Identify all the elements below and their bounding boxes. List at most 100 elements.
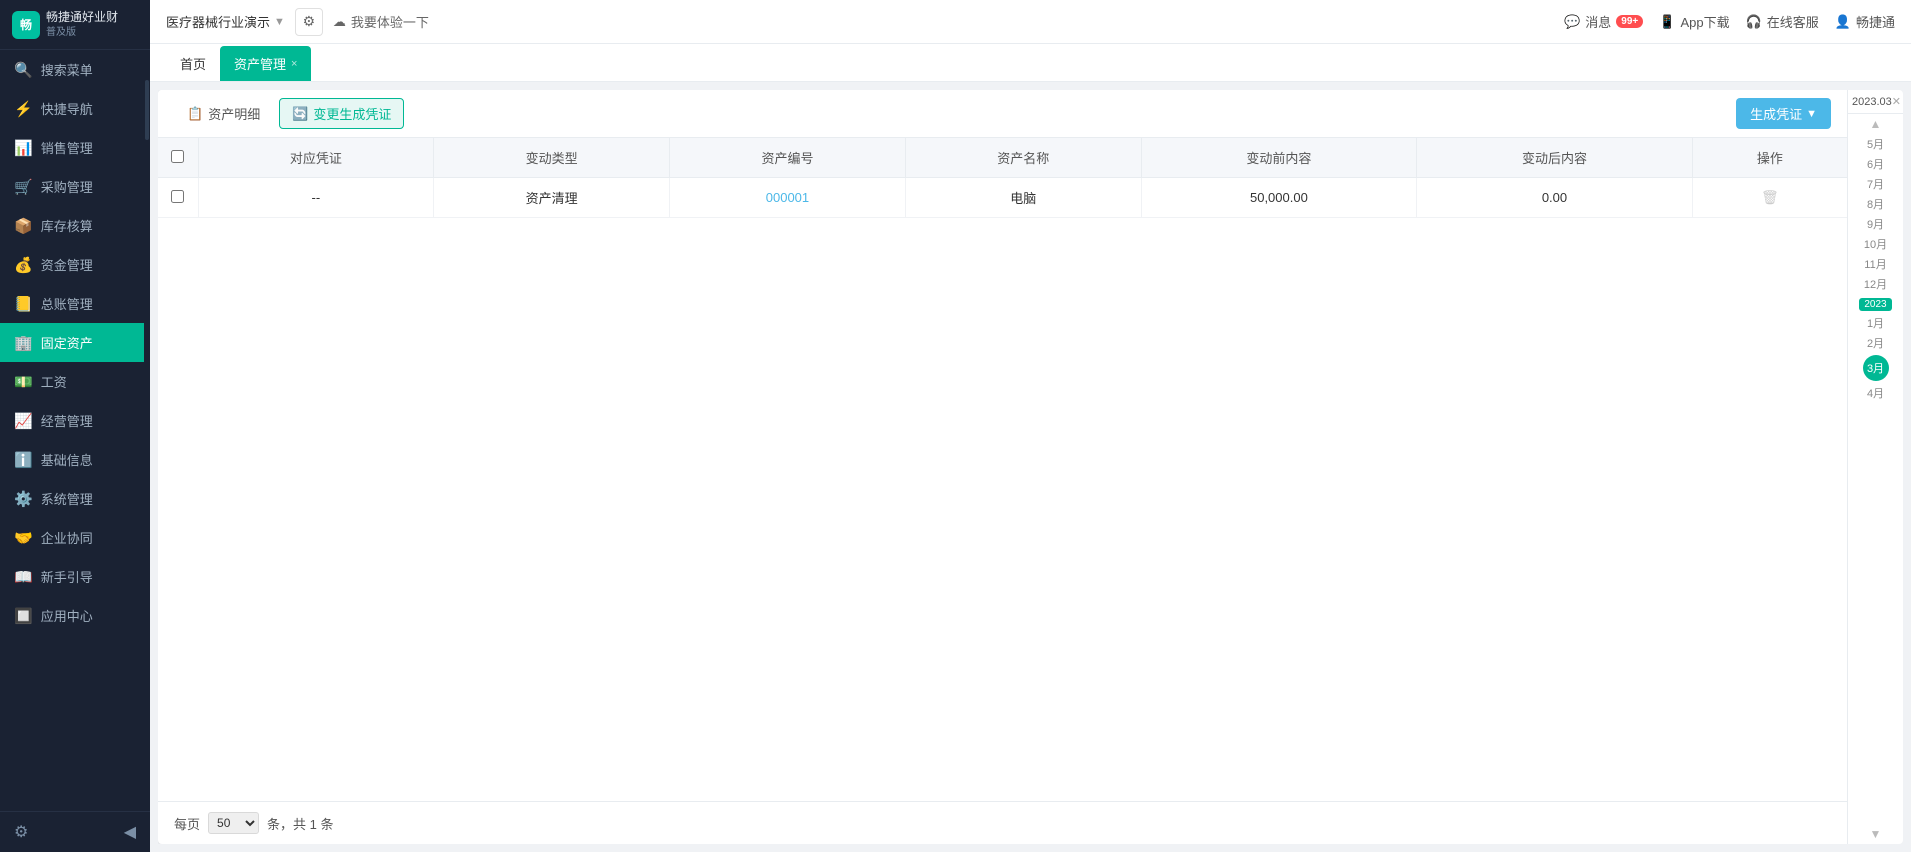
user-profile-btn[interactable]: 👤 畅捷通 xyxy=(1835,12,1895,31)
tab-close-icon[interactable]: × xyxy=(291,58,297,70)
generate-voucher-btn[interactable]: 生成凭证 ▼ xyxy=(1736,98,1831,129)
timeline-2023-month-4[interactable]: 4月 xyxy=(1867,383,1884,403)
topbar-settings-btn[interactable]: ⚙ xyxy=(295,8,323,36)
row-select-checkbox[interactable] xyxy=(171,190,184,203)
message-label: 消息 xyxy=(1585,12,1611,31)
close-panel-icon[interactable]: ✕ xyxy=(1892,95,1901,108)
sidebar-label: 采购管理 xyxy=(41,177,93,196)
header-before-content: 变动前内容 xyxy=(1141,138,1417,178)
table-header-row: 对应凭证 变动类型 资产编号 资产名称 xyxy=(158,138,1847,178)
header-checkbox-col xyxy=(158,138,198,178)
topbar-left: 医疗器械行业演示 ▼ ⚙ ☁ 我要体验一下 xyxy=(166,8,429,36)
generate-dropdown-arrow: ▼ xyxy=(1806,108,1817,120)
topbar-right: 💬 消息 99+ 📱 App下载 🎧 在线客服 👤 畅捷通 xyxy=(1564,12,1895,31)
generate-btn-label: 生成凭证 xyxy=(1750,104,1802,123)
select-all-checkbox[interactable] xyxy=(171,150,184,163)
sidebar-label: 快捷导航 xyxy=(41,99,93,118)
sidebar-item-salary[interactable]: 💵 工资 xyxy=(0,362,150,401)
delete-icon[interactable]: 🗑 xyxy=(1761,189,1779,205)
tab-home[interactable]: 首页 xyxy=(166,46,220,81)
sidebar-item-management[interactable]: 📈 经营管理 xyxy=(0,401,150,440)
experience-label: 我要体验一下 xyxy=(351,12,429,31)
asset-detail-icon: 📋 xyxy=(187,106,203,122)
tab-asset-management[interactable]: 资产管理 × xyxy=(220,46,311,81)
header-change-type: 变动类型 xyxy=(434,138,670,178)
sales-icon: 📊 xyxy=(14,139,33,157)
timeline-scroll-down[interactable]: ▼ xyxy=(1870,824,1882,844)
subtab-change-voucher-label: 变更生成凭证 xyxy=(313,104,391,123)
sidebar-item-quick-nav[interactable]: ⚡ 快捷导航 xyxy=(0,89,150,128)
sidebar-item-sales[interactable]: 📊 销售管理 xyxy=(0,128,150,167)
logo-icon: 畅 xyxy=(12,11,40,39)
pagination: 每页 50 10 20 100 条，共 1 条 xyxy=(158,801,1847,844)
timeline-month-12[interactable]: 12月 xyxy=(1864,274,1887,294)
sidebar-label: 应用中心 xyxy=(41,606,93,625)
timeline-month-11[interactable]: 11月 xyxy=(1864,254,1886,274)
company-name: 医疗器械行业演示 xyxy=(166,12,270,31)
center-area: 医疗器械行业演示 ▼ ⚙ ☁ 我要体验一下 💬 消息 99+ 📱 xyxy=(150,0,1911,852)
year-tag-2023: 2023 xyxy=(1859,298,1891,311)
row-asset-no: 000001 xyxy=(670,178,906,218)
timeline-month-6[interactable]: 6月 xyxy=(1867,154,1884,174)
sidebar-item-basic-info[interactable]: ℹ️ 基础信息 xyxy=(0,440,150,479)
timeline-2023-month-3-current[interactable]: 3月 xyxy=(1863,355,1889,381)
sidebar-item-guide[interactable]: 📖 新手引导 xyxy=(0,557,150,596)
settings-icon[interactable]: ⚙ xyxy=(14,822,28,842)
timeline-month-9[interactable]: 9月 xyxy=(1867,214,1884,234)
subtab-change-voucher[interactable]: 🔄 变更生成凭证 xyxy=(279,98,404,129)
timeline-month-5[interactable]: 5月 xyxy=(1867,134,1884,154)
timeline-month-7[interactable]: 7月 xyxy=(1867,174,1884,194)
system-icon: ⚙️ xyxy=(14,490,33,508)
timeline-2023-month-1[interactable]: 1月 xyxy=(1867,313,1884,333)
quick-nav-icon: ⚡ xyxy=(14,100,33,118)
company-selector[interactable]: 医疗器械行业演示 ▼ xyxy=(166,12,285,31)
ledger-icon: 📒 xyxy=(14,295,33,313)
search-icon: 🔍 xyxy=(14,61,33,79)
change-voucher-icon: 🔄 xyxy=(292,106,308,122)
row-voucher: -- xyxy=(198,178,434,218)
row-action: 🗑 xyxy=(1692,178,1847,218)
sidebar-item-purchase[interactable]: 🛒 采购管理 xyxy=(0,167,150,206)
sidebar-label: 新手引导 xyxy=(41,567,93,586)
timeline-month-10[interactable]: 10月 xyxy=(1864,234,1887,254)
sidebar-item-search[interactable]: 🔍 搜索菜单 xyxy=(0,50,150,89)
timeline-scroll-area: 5月 6月 7月 8月 9月 10月 11月 12月 2023 1月 2月 3月… xyxy=(1848,134,1903,824)
sidebar-label: 经营管理 xyxy=(41,411,93,430)
service-icon: 🎧 xyxy=(1746,14,1762,30)
customer-service-btn[interactable]: 🎧 在线客服 xyxy=(1746,12,1819,31)
experience-btn[interactable]: ☁ 我要体验一下 xyxy=(333,12,429,31)
sidebar-label: 基础信息 xyxy=(41,450,93,469)
timeline-2023-month-2[interactable]: 2月 xyxy=(1867,333,1884,353)
subtab-asset-detail[interactable]: 📋 资产明细 xyxy=(174,98,273,129)
row-asset-name: 电脑 xyxy=(905,178,1141,218)
cloud-icon: ☁ xyxy=(333,14,346,30)
row-checkbox xyxy=(158,178,198,218)
sidebar-item-fixed-assets[interactable]: 🏢 固定资产 xyxy=(0,323,150,362)
company-dropdown-arrow: ▼ xyxy=(274,16,285,28)
table-row: -- 资产清理 000001 电脑 xyxy=(158,178,1847,218)
tabbar: 首页 资产管理 × xyxy=(150,44,1911,82)
inventory-icon: 📦 xyxy=(14,217,33,235)
sidebar-item-funds[interactable]: 💰 资金管理 xyxy=(0,245,150,284)
sidebar-label: 系统管理 xyxy=(41,489,93,508)
sidebar-label: 工资 xyxy=(41,372,67,391)
sidebar-label: 库存核算 xyxy=(41,216,93,235)
basic-info-icon: ℹ️ xyxy=(14,451,33,469)
sidebar-item-inventory[interactable]: 📦 库存核算 xyxy=(0,206,150,245)
timeline-month-8[interactable]: 8月 xyxy=(1867,194,1884,214)
sidebar-label: 资金管理 xyxy=(41,255,93,274)
per-page-select[interactable]: 50 10 20 100 xyxy=(208,812,259,834)
collapse-icon[interactable]: ◀ xyxy=(124,822,136,842)
sidebar-item-app-center[interactable]: 🔲 应用中心 xyxy=(0,596,150,635)
row-change-type: 资产清理 xyxy=(434,178,670,218)
sidebar-label: 销售管理 xyxy=(41,138,93,157)
sidebar-item-cooperation[interactable]: 🤝 企业协同 xyxy=(0,518,150,557)
sidebar-item-system[interactable]: ⚙️ 系统管理 xyxy=(0,479,150,518)
message-btn[interactable]: 💬 消息 99+ xyxy=(1564,12,1643,31)
app-download-btn[interactable]: 📱 App下载 xyxy=(1659,12,1729,31)
sidebar-item-ledger[interactable]: 📒 总账管理 xyxy=(0,284,150,323)
purchase-icon: 🛒 xyxy=(14,178,33,196)
app-name: 畅捷通好业财 xyxy=(46,10,118,26)
timeline-scroll-up[interactable]: ▲ xyxy=(1870,114,1882,134)
sidebar-menu: 🔍 搜索菜单 ⚡ 快捷导航 📊 销售管理 🛒 采购管理 📦 库存核算 💰 xyxy=(0,50,150,811)
